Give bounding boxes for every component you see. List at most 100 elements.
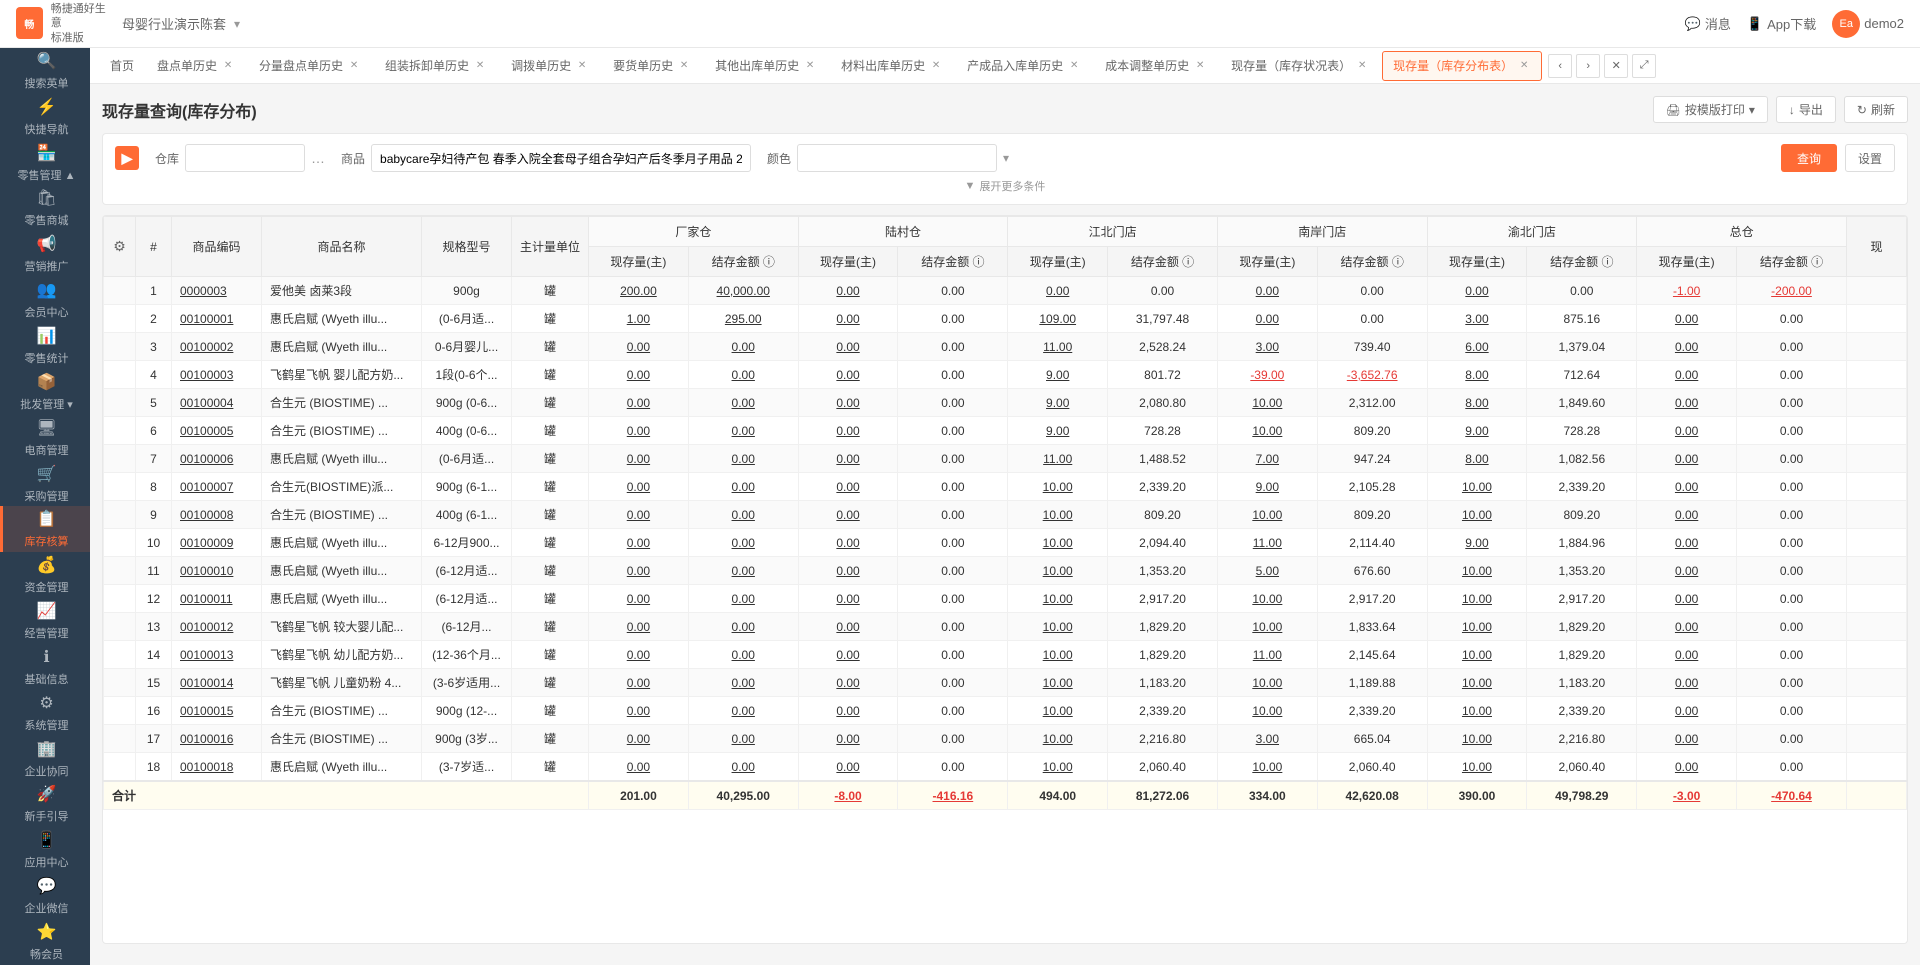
query-btn[interactable]: 查询 <box>1781 144 1837 172</box>
tab-close-transfer[interactable]: ✕ <box>575 59 589 73</box>
td-w1-qty[interactable]: 0.00 <box>589 613 689 641</box>
td-w5-qty[interactable]: 10.00 <box>1427 473 1527 501</box>
td-w2-qty[interactable]: 0.00 <box>798 613 898 641</box>
td-w3-qty[interactable]: 10.00 <box>1008 641 1108 669</box>
tab-close-product-in[interactable]: ✕ <box>1067 59 1081 73</box>
td-tot-qty[interactable]: 0.00 <box>1637 669 1737 697</box>
sidebar-item-wholesale[interactable]: 📦 批发管理 ▾ <box>0 369 90 415</box>
td-w5-qty[interactable]: 8.00 <box>1427 361 1527 389</box>
td-w2-qty[interactable]: 0.00 <box>798 753 898 782</box>
td-w1-amt[interactable]: 0.00 <box>688 333 798 361</box>
td-tot-qty[interactable]: 0.00 <box>1637 361 1737 389</box>
td-w4-qty[interactable]: 5.00 <box>1217 557 1317 585</box>
td-tot-qty[interactable]: 0.00 <box>1637 529 1737 557</box>
tab-material-out[interactable]: 材料出库单历史 ✕ <box>830 51 954 81</box>
td-w1-amt[interactable]: 0.00 <box>688 501 798 529</box>
tab-stock-dist[interactable]: 现存量（库存分布表） ✕ <box>1382 51 1542 81</box>
td-w5-qty[interactable]: 6.00 <box>1427 333 1527 361</box>
tab-transfer[interactable]: 调拨单历史 ✕ <box>500 51 600 81</box>
td-code[interactable]: 00100003 <box>172 361 262 389</box>
td-w5-qty[interactable]: 10.00 <box>1427 585 1527 613</box>
tab-other-out[interactable]: 其他出库单历史 ✕ <box>704 51 828 81</box>
td-code[interactable]: 00100012 <box>172 613 262 641</box>
td-w1-qty[interactable]: 0.00 <box>589 501 689 529</box>
td-tot-qty[interactable]: 0.00 <box>1637 389 1737 417</box>
td-w2-qty[interactable]: 0.00 <box>798 277 898 305</box>
td-code[interactable]: 00100008 <box>172 501 262 529</box>
td-w1-qty[interactable]: 0.00 <box>589 585 689 613</box>
td-tot-qty[interactable]: 0.00 <box>1637 473 1737 501</box>
td-w2-qty[interactable]: 0.00 <box>798 445 898 473</box>
td-w3-qty[interactable]: 10.00 <box>1008 585 1108 613</box>
tab-close-other-out[interactable]: ✕ <box>803 59 817 73</box>
td-tot-qty[interactable]: 0.00 <box>1637 697 1737 725</box>
td-w5-qty[interactable]: 3.00 <box>1427 305 1527 333</box>
td-w1-qty[interactable]: 0.00 <box>589 333 689 361</box>
tab-split-inventory[interactable]: 分量盘点单历史 ✕ <box>248 51 372 81</box>
print-btn[interactable]: 🖨 按模版打印 ▾ <box>1653 96 1768 123</box>
td-w4-amt[interactable]: -3,652.76 <box>1317 361 1427 389</box>
sidebar-item-search[interactable]: 🔍 搜索英单 <box>0 48 90 94</box>
td-w4-qty[interactable]: 3.00 <box>1217 725 1317 753</box>
tab-inventory-check[interactable]: 盘点单历史 ✕ <box>146 51 246 81</box>
color-dropdown[interactable]: ▾ <box>1003 151 1009 165</box>
sidebar-item-system[interactable]: ⚙ 系统管理 <box>0 690 90 736</box>
sidebar-item-retail-mall[interactable]: 🛍 零售商城 <box>0 186 90 232</box>
td-w1-amt[interactable]: 0.00 <box>688 613 798 641</box>
td-tot-qty[interactable]: 0.00 <box>1637 725 1737 753</box>
td-w2-qty[interactable]: 0.00 <box>798 389 898 417</box>
tab-close-stock-status[interactable]: ✕ <box>1355 59 1369 73</box>
td-w4-qty[interactable]: 10.00 <box>1217 753 1317 782</box>
color-input[interactable] <box>797 144 997 172</box>
td-w1-amt[interactable]: 0.00 <box>688 557 798 585</box>
td-w3-qty[interactable]: 10.00 <box>1008 753 1108 782</box>
td-code[interactable]: 00100005 <box>172 417 262 445</box>
td-w2-qty[interactable]: 0.00 <box>798 501 898 529</box>
td-w4-qty[interactable]: 11.00 <box>1217 641 1317 669</box>
td-w1-amt[interactable]: 40,000.00 <box>688 277 798 305</box>
td-w1-qty[interactable]: 0.00 <box>589 697 689 725</box>
td-w5-qty[interactable]: 10.00 <box>1427 557 1527 585</box>
td-tot-qty[interactable]: 0.00 <box>1637 613 1737 641</box>
td-code[interactable]: 00100013 <box>172 641 262 669</box>
tab-close-material-out[interactable]: ✕ <box>929 59 943 73</box>
td-w2-qty[interactable]: 0.00 <box>798 725 898 753</box>
td-w3-qty[interactable]: 10.00 <box>1008 501 1108 529</box>
td-w1-amt[interactable]: 0.00 <box>688 697 798 725</box>
sidebar-item-shortcut[interactable]: ⚡ 快捷导航 <box>0 94 90 140</box>
tab-combine[interactable]: 组装拆卸单历史 ✕ <box>374 51 498 81</box>
td-w4-qty[interactable]: 10.00 <box>1217 669 1317 697</box>
td-w4-qty[interactable]: 10.00 <box>1217 501 1317 529</box>
td-w2-qty[interactable]: 0.00 <box>798 557 898 585</box>
td-w3-qty[interactable]: 0.00 <box>1008 277 1108 305</box>
td-code[interactable]: 00100002 <box>172 333 262 361</box>
nav-expand-btn[interactable]: ⤢ <box>1632 54 1656 78</box>
system-dropdown[interactable]: ▾ <box>234 17 240 31</box>
td-w2-qty[interactable]: 0.00 <box>798 697 898 725</box>
tab-home[interactable]: 首页 <box>98 51 146 81</box>
td-w2-qty[interactable]: 0.00 <box>798 305 898 333</box>
td-w3-qty[interactable]: 9.00 <box>1008 417 1108 445</box>
td-w1-qty[interactable]: 0.00 <box>589 725 689 753</box>
tab-cost-adjust[interactable]: 成本调整单历史 ✕ <box>1094 51 1218 81</box>
message-btn[interactable]: 💬 消息 <box>1685 14 1731 33</box>
sidebar-item-procurement[interactable]: 🛒 采购管理 <box>0 461 90 507</box>
nav-prev-btn[interactable]: ‹ <box>1548 54 1572 78</box>
td-w3-qty[interactable]: 11.00 <box>1008 333 1108 361</box>
td-w1-qty[interactable]: 1.00 <box>589 305 689 333</box>
td-w3-qty[interactable]: 9.00 <box>1008 389 1108 417</box>
sidebar-item-retail-mgmt[interactable]: 🏪 零售管理 ▲ <box>0 140 90 186</box>
td-w4-qty[interactable]: 0.00 <box>1217 305 1317 333</box>
tab-product-in[interactable]: 产成品入库单历史 ✕ <box>956 51 1092 81</box>
td-w1-amt[interactable]: 0.00 <box>688 417 798 445</box>
td-code[interactable]: 00100011 <box>172 585 262 613</box>
td-w2-qty[interactable]: 0.00 <box>798 417 898 445</box>
tab-stock-status[interactable]: 现存量（库存状况表） ✕ <box>1220 51 1380 81</box>
td-w4-qty[interactable]: -39.00 <box>1217 361 1317 389</box>
td-w2-qty[interactable]: 0.00 <box>798 641 898 669</box>
td-w5-qty[interactable]: 8.00 <box>1427 389 1527 417</box>
td-w5-qty[interactable]: 10.00 <box>1427 613 1527 641</box>
td-w5-qty[interactable]: 10.00 <box>1427 501 1527 529</box>
settings-btn[interactable]: 设置 <box>1845 144 1895 172</box>
sidebar-item-operations[interactable]: 📈 经营管理 <box>0 598 90 644</box>
